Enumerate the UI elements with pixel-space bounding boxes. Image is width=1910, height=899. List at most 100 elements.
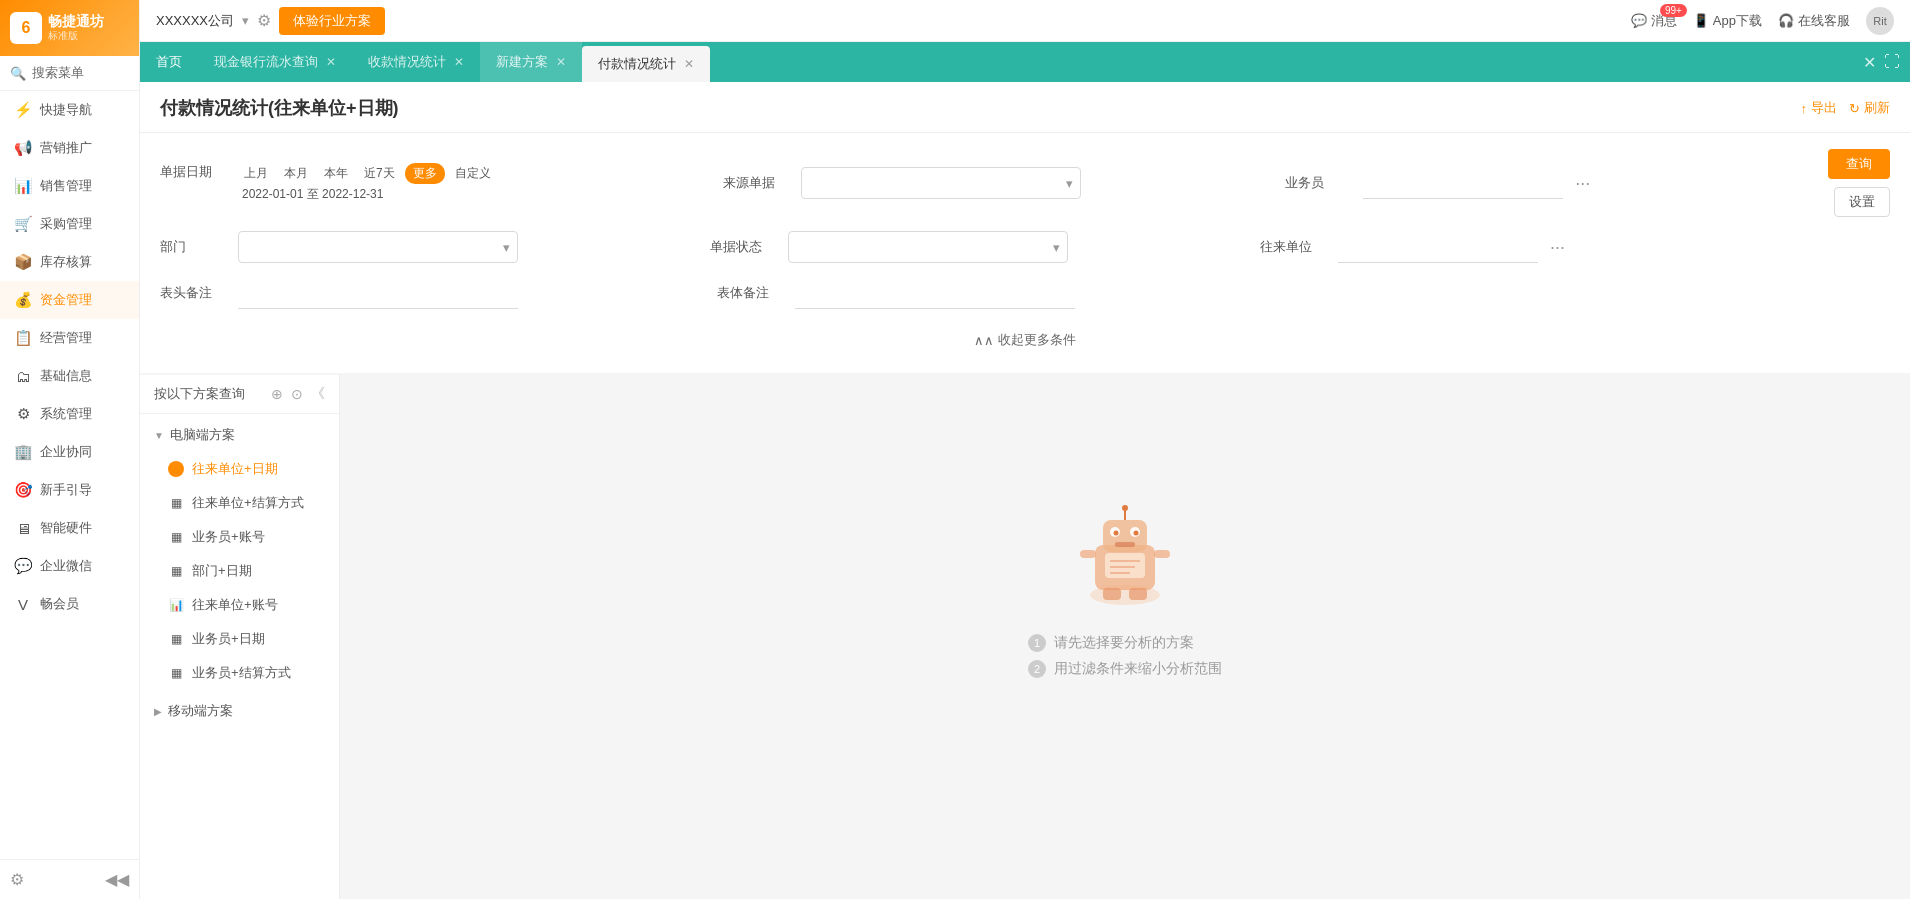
sidebar-item-marketing[interactable]: 📢 营销推广	[0, 129, 139, 167]
sidebar-item-label: 畅会员	[40, 595, 79, 613]
header-gear-icon[interactable]: ⚙	[257, 11, 271, 30]
tab-payment-stats[interactable]: 付款情况统计 ✕	[582, 46, 710, 82]
tab-home[interactable]: 首页	[140, 42, 198, 82]
more-date-btn[interactable]: 更多	[405, 163, 445, 184]
scheme-item-salesman-settle[interactable]: ▦ 业务员+结算方式	[140, 656, 339, 690]
scheme-item-unit-settle[interactable]: ▦ 往来单位+结算方式	[140, 486, 339, 520]
sidebar-item-inventory[interactable]: 📦 库存核算	[0, 243, 139, 281]
logo-icon: 6	[10, 12, 42, 44]
empty-state: 1 请先选择要分析的方案 2 用过滤条件来缩小分析范围	[1028, 495, 1222, 678]
tab-payment-close-icon[interactable]: ✕	[684, 57, 694, 71]
counterpart-input[interactable]	[1338, 231, 1538, 263]
tab-new-scheme[interactable]: 新建方案 ✕	[480, 42, 582, 82]
query-button[interactable]: 查询	[1828, 149, 1890, 179]
sidebar-item-hardware[interactable]: 🖥 智能硬件	[0, 509, 139, 547]
refresh-button[interactable]: ↻ 刷新	[1849, 99, 1890, 117]
salesman-label: 业务员	[1285, 174, 1355, 192]
scheme-item-unit-account[interactable]: 📊 往来单位+账号	[140, 588, 339, 622]
message-button[interactable]: 💬 消息 99+	[1631, 12, 1677, 30]
sidebar-item-enterprise[interactable]: 🏢 企业协同	[0, 433, 139, 471]
sidebar-item-system[interactable]: ⚙ 系统管理	[0, 395, 139, 433]
tab-receipt-stats-label: 收款情况统计	[368, 53, 446, 71]
scheme-label: 业务员+结算方式	[192, 664, 291, 682]
desktop-group-title[interactable]: ▼ 电脑端方案	[140, 418, 339, 452]
scheme-item-unit-date[interactable]: 往来单位+日期	[140, 452, 339, 486]
body-note-input[interactable]	[795, 277, 1075, 309]
sidebar-logo: 6 畅捷通坊 标准版	[0, 0, 139, 56]
tab-bar-actions: ✕ ⛶	[1863, 53, 1910, 72]
main-content: XXXXXX公司 ▾ ⚙ 体验行业方案 💬 消息 99+ 📱 App下载 🎧 在…	[140, 0, 1910, 899]
doc-status-select[interactable]	[788, 231, 1068, 263]
tip-num-2: 2	[1028, 660, 1046, 678]
collapse-sidebar-icon[interactable]: ◀◀	[105, 870, 129, 889]
counterpart-more-icon[interactable]: ···	[1550, 237, 1565, 258]
this-month-btn[interactable]: 本月	[278, 163, 314, 184]
tab-new-scheme-close-icon[interactable]: ✕	[556, 55, 566, 69]
tab-receipt-stats[interactable]: 收款情况统计 ✕	[352, 42, 480, 82]
sidebar-item-wechat[interactable]: 💬 企业微信	[0, 547, 139, 585]
content-body: 按以下方案查询 ⊕ ⊙ 《 ▼ 电脑端方案 往来单位+日期	[140, 375, 1910, 899]
sidebar-item-quick-nav[interactable]: ⚡ 快捷导航	[0, 91, 139, 129]
scheme-item-salesman-date[interactable]: ▦ 业务员+日期	[140, 622, 339, 656]
sidebar-item-guide[interactable]: 🎯 新手引导	[0, 471, 139, 509]
company-arrow-icon[interactable]: ▾	[242, 13, 249, 28]
tab-receipt-close-icon[interactable]: ✕	[454, 55, 464, 69]
basic-icon: 🗂	[14, 367, 32, 385]
scheme-settings-icon[interactable]: ⊙	[291, 386, 303, 402]
setting-button[interactable]: 设置	[1834, 187, 1890, 217]
doc-status-label: 单据状态	[710, 238, 780, 256]
industry-button[interactable]: 体验行业方案	[279, 7, 385, 35]
sidebar-item-purchase[interactable]: 🛒 采购管理	[0, 205, 139, 243]
user-avatar[interactable]: Rit	[1866, 7, 1894, 35]
top-header: XXXXXX公司 ▾ ⚙ 体验行业方案 💬 消息 99+ 📱 App下载 🎧 在…	[140, 0, 1910, 42]
online-service-button[interactable]: 🎧 在线客服	[1778, 12, 1850, 30]
sidebar-item-basic[interactable]: 🗂 基础信息	[0, 357, 139, 395]
this-year-btn[interactable]: 本年	[318, 163, 354, 184]
sidebar-item-member[interactable]: V 畅会员	[0, 585, 139, 623]
svg-rect-10	[1080, 550, 1096, 558]
collapse-panel-icon[interactable]: 《	[311, 385, 325, 403]
left-panel: 按以下方案查询 ⊕ ⊙ 《 ▼ 电脑端方案 往来单位+日期	[140, 375, 340, 899]
tip-text-2: 用过滤条件来缩小分析范围	[1054, 660, 1222, 678]
collapse-filter-button[interactable]: ∧∧ 收起更多条件	[966, 323, 1084, 357]
salesman-input[interactable]	[1363, 167, 1563, 199]
last-7-days-btn[interactable]: 近7天	[358, 163, 401, 184]
source-select[interactable]	[801, 167, 1081, 199]
add-scheme-icon[interactable]: ⊕	[271, 386, 283, 402]
mobile-group-arrow-icon: ▶	[154, 706, 162, 717]
dept-select-wrap	[238, 231, 518, 263]
tab-cash-flow-close-icon[interactable]: ✕	[326, 55, 336, 69]
mobile-group-title[interactable]: ▶ 移动端方案	[140, 694, 339, 728]
close-all-tabs-icon[interactable]: ✕	[1863, 53, 1876, 72]
scheme-table-icon: ▦	[168, 631, 184, 647]
purchase-icon: 🛒	[14, 215, 32, 233]
source-label: 来源单据	[723, 174, 793, 192]
export-button[interactable]: ↑ 导出	[1801, 99, 1838, 117]
sidebar-item-label: 经营管理	[40, 329, 92, 347]
settings-icon[interactable]: ⚙	[10, 870, 24, 889]
expand-icon[interactable]: ⛶	[1884, 53, 1900, 71]
logo-text: 畅捷通坊	[48, 13, 104, 30]
scheme-table-icon: ▦	[168, 665, 184, 681]
custom-date-btn[interactable]: 自定义	[449, 163, 497, 184]
service-label: 在线客服	[1798, 12, 1850, 30]
app-download-button[interactable]: 📱 App下载	[1693, 12, 1762, 30]
scheme-item-salesman-account[interactable]: ▦ 业务员+账号	[140, 520, 339, 554]
header-note-input[interactable]	[238, 277, 518, 309]
salesman-more-icon[interactable]: ···	[1575, 173, 1590, 194]
query-setting-wrap: 查询 设置	[1828, 149, 1890, 217]
dept-label: 部门	[160, 238, 230, 256]
tab-cash-flow[interactable]: 现金银行流水查询 ✕	[198, 42, 352, 82]
sidebar-item-operation[interactable]: 📋 经营管理	[0, 319, 139, 357]
sidebar-item-finance[interactable]: 💰 资金管理	[0, 281, 139, 319]
scheme-table-icon: ▦	[168, 529, 184, 545]
search-menu[interactable]: 🔍 搜索菜单	[0, 56, 139, 91]
dept-select[interactable]	[238, 231, 518, 263]
page-header-actions: ↑ 导出 ↻ 刷新	[1801, 99, 1891, 117]
header-right: 💬 消息 99+ 📱 App下载 🎧 在线客服 Rit	[1631, 7, 1894, 35]
scheme-item-dept-date[interactable]: ▦ 部门+日期	[140, 554, 339, 588]
tab-bar: 首页 现金银行流水查询 ✕ 收款情况统计 ✕ 新建方案 ✕ 付款情况统计 ✕ ✕…	[140, 42, 1910, 82]
sidebar-item-sales[interactable]: 📊 销售管理	[0, 167, 139, 205]
last-month-btn[interactable]: 上月	[238, 163, 274, 184]
page-content: 付款情况统计(往来单位+日期) ↑ 导出 ↻ 刷新 单据日期	[140, 82, 1910, 899]
